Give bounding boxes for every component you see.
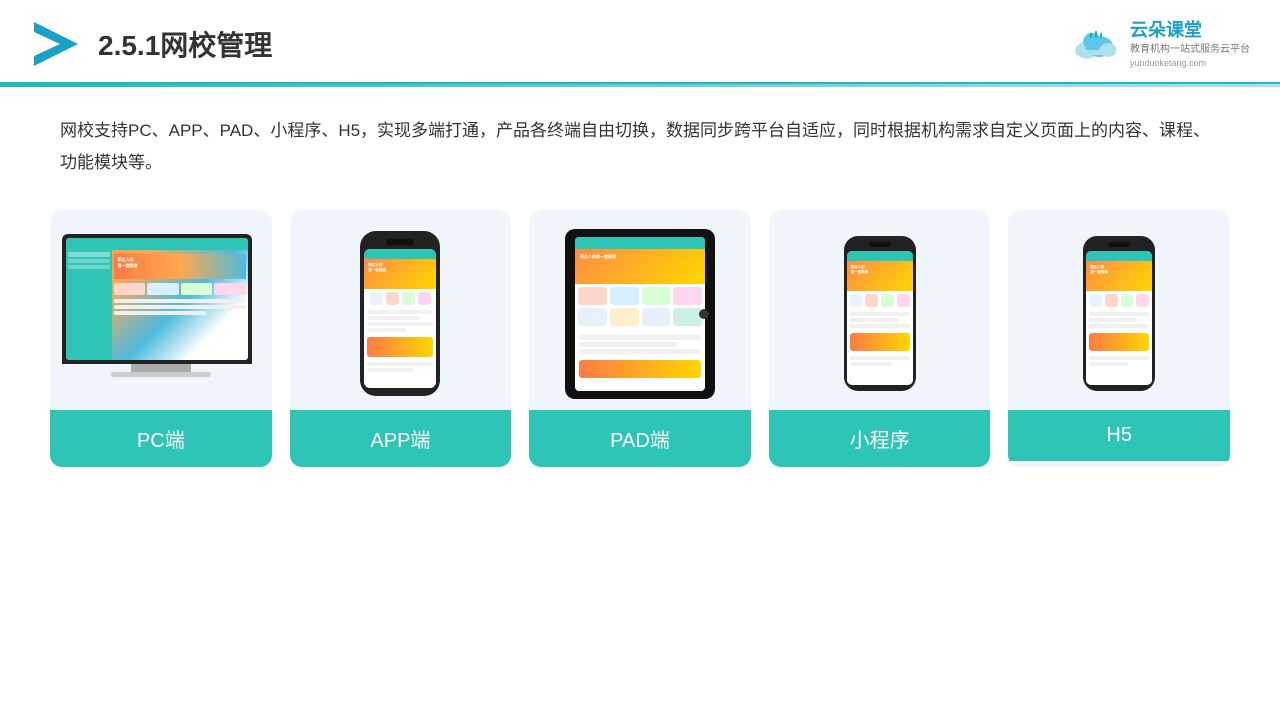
device-card-pc: 职达人的第一堂网课: [50, 210, 272, 467]
device-image-pc: 职达人的第一堂网课: [50, 210, 272, 410]
card-label-h5: H5: [1008, 410, 1230, 461]
brand-text: 云朵课堂 教育机构一站式服务云平台 yunduoketang.com: [1130, 18, 1250, 70]
description: 网校支持PC、APP、PAD、小程序、H5，实现多端打通，产品各终端自由切换，数…: [0, 87, 1280, 190]
device-card-mini: 职达人的第一堂网课: [769, 210, 991, 467]
device-card-pad: 职达人的第一堂网课: [529, 210, 751, 467]
card-label-pc: PC端: [50, 410, 272, 467]
card-label-mini: 小程序: [769, 410, 991, 467]
phone-mockup-app: 职达人的第一堂网课: [360, 231, 440, 396]
brand-logo: 云朵课堂 教育机构一站式服务云平台 yunduoketang.com: [1070, 18, 1250, 70]
tablet-mockup: 职达人的第一堂网课: [565, 229, 715, 399]
logo-icon: [30, 18, 82, 70]
cloud-logo-icon: [1070, 26, 1122, 62]
phone-mockup-mini: 职达人的第一堂网课: [844, 236, 916, 391]
card-label-app: APP端: [290, 410, 512, 467]
page-title: 2.5.1网校管理: [98, 24, 272, 64]
brand-url: yunduoketang.com: [1130, 57, 1206, 70]
device-card-h5: 职达人的第一堂网课: [1008, 210, 1230, 467]
device-image-app: 职达人的第一堂网课: [290, 210, 512, 410]
device-image-pad: 职达人的第一堂网课: [529, 210, 751, 410]
phone-mockup-h5: 职达人的第一堂网课: [1083, 236, 1155, 391]
header: 2.5.1网校管理 云朵课堂 教育机构一站式服务云平台 yunduoketang…: [0, 0, 1280, 84]
header-left: 2.5.1网校管理: [30, 18, 272, 70]
pc-mockup: 职达人的第一堂网课: [62, 234, 260, 394]
brand-name: 云朵课堂: [1130, 18, 1202, 43]
cards-container: 职达人的第一堂网课: [0, 190, 1280, 487]
description-text: 网校支持PC、APP、PAD、小程序、H5，实现多端打通，产品各终端自由切换，数…: [60, 115, 1220, 180]
card-label-pad: PAD端: [529, 410, 751, 467]
device-image-mini: 职达人的第一堂网课: [769, 210, 991, 410]
device-image-h5: 职达人的第一堂网课: [1008, 210, 1230, 410]
brand-tagline: 教育机构一站式服务云平台: [1130, 43, 1250, 57]
device-card-app: 职达人的第一堂网课: [290, 210, 512, 467]
